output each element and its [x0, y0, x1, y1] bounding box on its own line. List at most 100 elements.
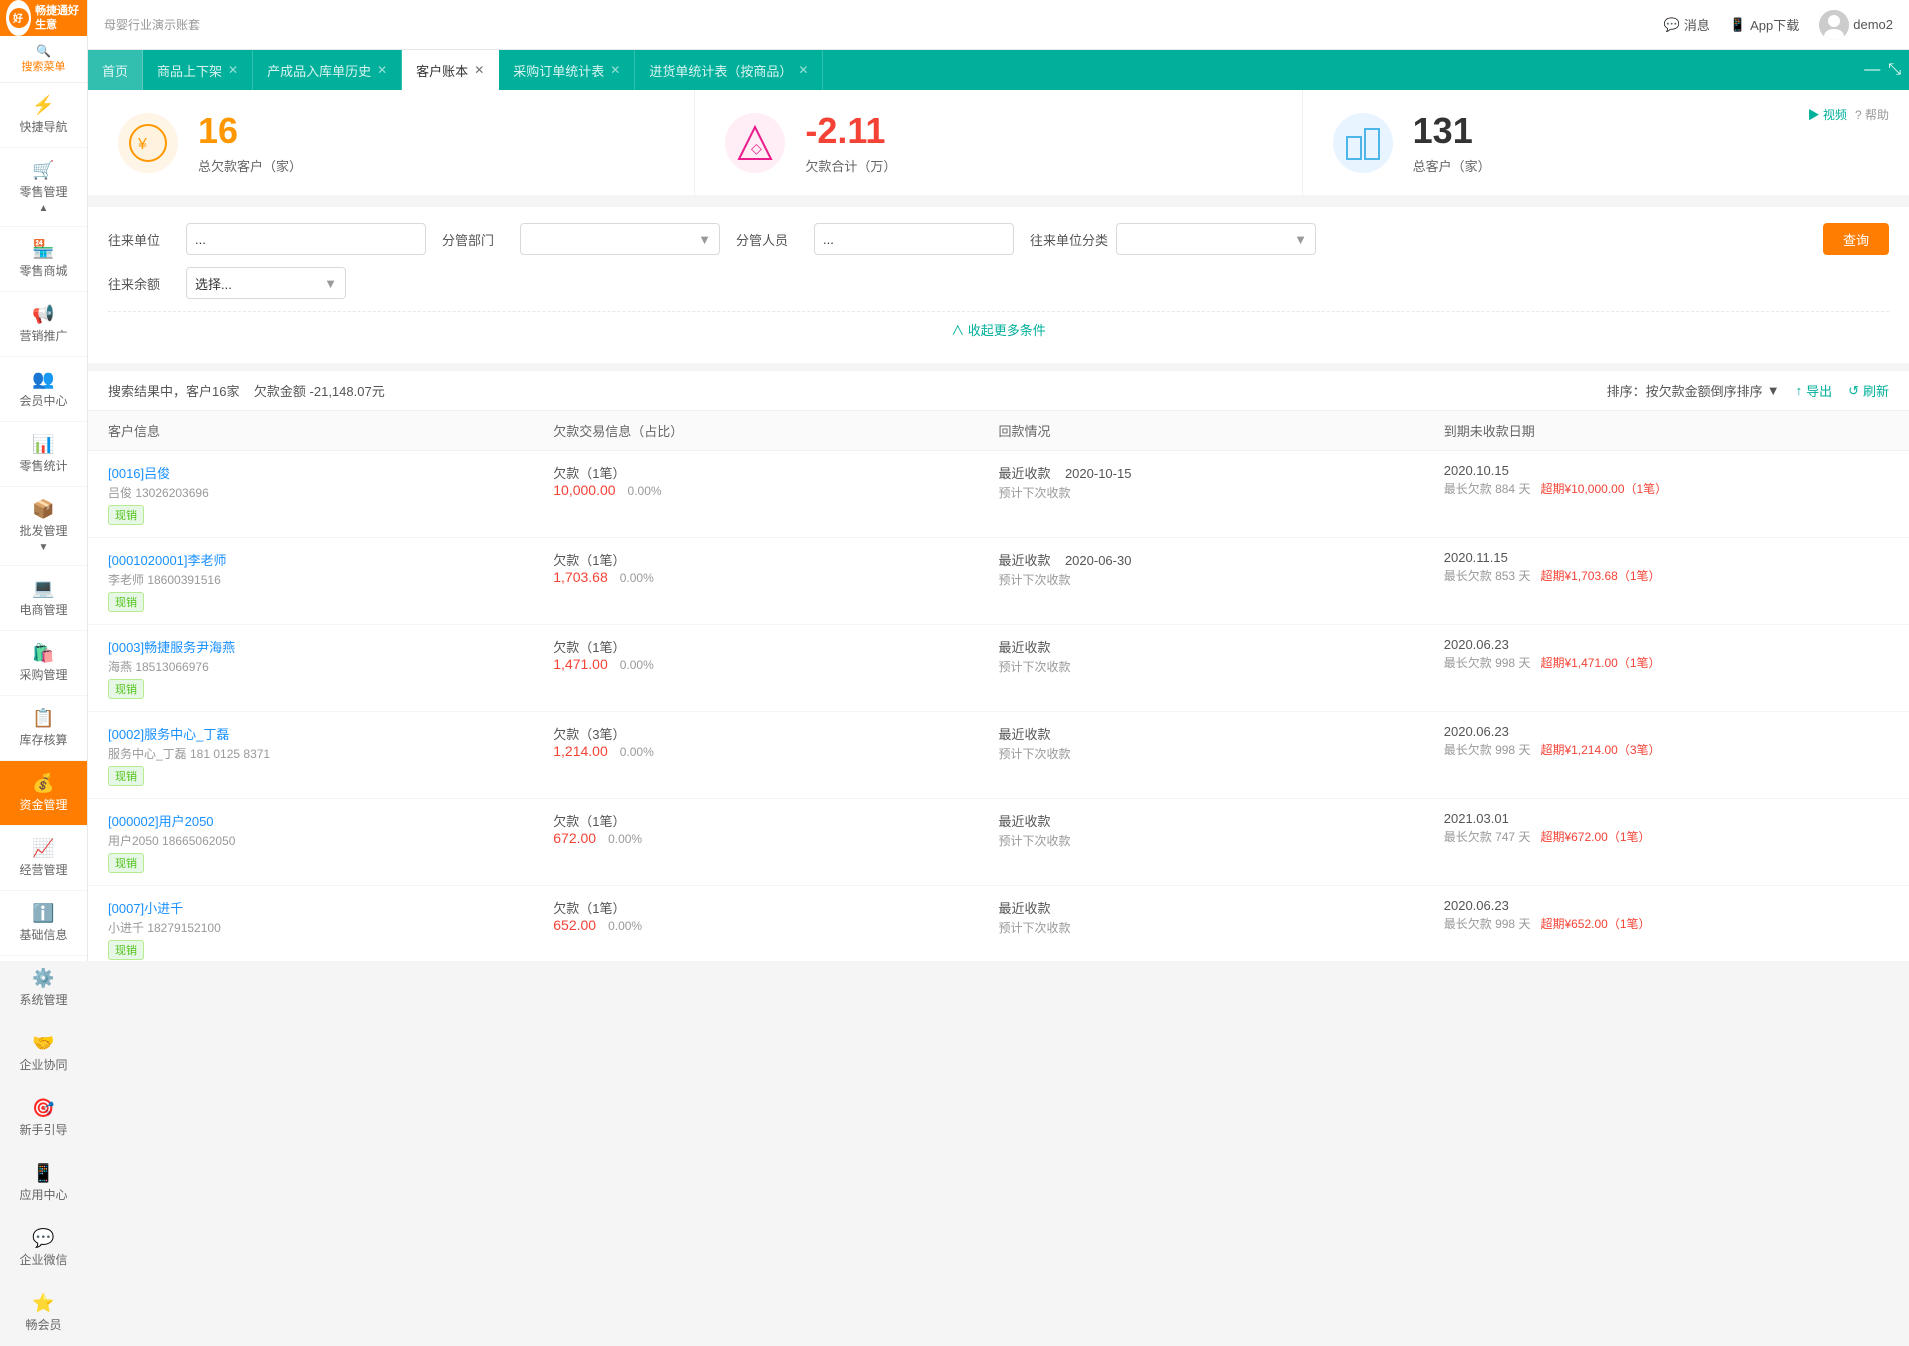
tab-close-icon[interactable]: ✕ — [228, 63, 238, 77]
chevron-down-icon-sort: ▼ — [1767, 383, 1780, 398]
table-row: [000002]用户2050 用户2050 18665062050 现销 欠款（… — [88, 799, 1909, 886]
customer-name-link[interactable]: [000002]用户2050 — [108, 811, 553, 830]
stats-bar: ¥ 16 总欠款客户（家） ◇ -2.11 欠款合计（万） — [88, 90, 1909, 195]
debt-info-cell: 欠款（1笔） 1,703.68 0.00% — [553, 550, 998, 585]
sidebar-item-quick-nav[interactable]: ⚡ 快捷导航 — [0, 83, 87, 148]
debt-count: 欠款（1笔） — [553, 811, 998, 830]
refresh-button[interactable]: ↺ 刷新 — [1848, 381, 1889, 400]
collapse-more-button[interactable]: ∧ 收起更多条件 — [108, 311, 1889, 347]
sidebar-item-app-center[interactable]: 📱 应用中心 — [0, 1151, 87, 1216]
col-recovery: 回款情况 — [999, 421, 1444, 440]
tabs-maximize-icon[interactable]: ⤡ — [1888, 61, 1901, 79]
sidebar-item-enterprise-wechat[interactable]: 💬 企业微信 — [0, 1216, 87, 1281]
sidebar-item-retail-stats[interactable]: 📊 零售统计 — [0, 422, 87, 487]
sidebar-item-retail-mgmt[interactable]: 🛒 零售管理 ▲ — [0, 148, 87, 227]
branch-dept-select[interactable]: ▼ — [520, 223, 720, 255]
overdue-amount-link[interactable]: 超期¥652.00（1笔） — [1540, 917, 1650, 931]
sidebar-item-purchase-mgmt[interactable]: 🛍️ 采购管理 — [0, 631, 87, 696]
recovery-cell: 最近收款 2020-10-15 预计下次收款 — [999, 463, 1444, 501]
tabs-right-controls: — ⤡ — [1864, 61, 1909, 79]
due-date: 2020.10.15 — [1444, 463, 1889, 478]
customer-contact: 吕俊 13026203696 — [108, 484, 553, 501]
sidebar-item-retail-mall[interactable]: 🏪 零售商城 — [0, 227, 87, 292]
query-button[interactable]: 查询 — [1823, 223, 1889, 255]
tab-product-shelf[interactable]: 商品上下架 ✕ — [143, 50, 253, 90]
recovery-cell: 最近收款 预计下次收款 — [999, 724, 1444, 762]
overdue-amount-icon: ◇ — [725, 113, 785, 173]
debt-count: 欠款（1笔） — [553, 463, 998, 482]
filter-branch-person: 分管人员 ... — [736, 223, 1014, 255]
chevron-down-icon-dept: ▼ — [698, 232, 711, 247]
sidebar-item-ecommerce[interactable]: 💻 电商管理 — [0, 566, 87, 631]
chevron-down-icon-category: ▼ — [1294, 232, 1307, 247]
stat-overdue-amount-info: -2.11 欠款合计（万） — [805, 110, 1271, 175]
customer-name-link[interactable]: [0003]畅捷服务尹海燕 — [108, 637, 553, 656]
debt-count: 欠款（3笔） — [553, 724, 998, 743]
due-date-cell: 2020.06.23 最长欠款 998 天 超期¥652.00（1笔） — [1444, 898, 1889, 932]
user-menu[interactable]: demo2 — [1819, 10, 1893, 40]
branch-person-input[interactable]: ... — [814, 223, 1014, 255]
tab-customer-account[interactable]: 客户账本 ✕ — [402, 50, 499, 90]
due-date: 2020.11.15 — [1444, 550, 1889, 565]
from-unit-input[interactable]: ... — [186, 223, 426, 255]
sidebar-item-inventory[interactable]: 📋 库存核算 — [0, 696, 87, 761]
next-payment: 预计下次收款 — [999, 484, 1444, 501]
tab-close-icon-2[interactable]: ✕ — [377, 63, 387, 77]
overdue-amount-link[interactable]: 超期¥1,214.00（3笔） — [1540, 743, 1660, 757]
overdue-amount-link[interactable]: 超期¥672.00（1笔） — [1540, 830, 1650, 844]
sidebar-item-batch-mgmt[interactable]: 📦 批发管理 ▼ — [0, 487, 87, 566]
export-button[interactable]: ↑ 导出 — [1796, 381, 1833, 400]
customer-name-link[interactable]: [0002]服务中心_丁磊 — [108, 724, 553, 743]
due-date-cell: 2021.03.01 最长欠款 747 天 超期¥672.00（1笔） — [1444, 811, 1889, 845]
sidebar-search-item[interactable]: 🔍 搜索菜单 — [0, 36, 87, 83]
sidebar-item-system[interactable]: ⚙️ 系统管理 — [0, 956, 87, 1021]
customer-name-link[interactable]: [0016]吕俊 — [108, 463, 553, 482]
customer-info-cell: [0003]畅捷服务尹海燕 海燕 18513066976 现销 — [108, 637, 553, 699]
message-button[interactable]: 💬 消息 — [1664, 15, 1710, 34]
customer-name-link[interactable]: [0007]小进千 — [108, 898, 553, 917]
tab-inbound-summary[interactable]: 进货单统计表（按商品） ✕ — [635, 50, 823, 90]
operations-icon: 📈 — [0, 838, 87, 859]
unit-category-select[interactable]: ▼ — [1116, 223, 1316, 255]
app-download-button[interactable]: 📱 App下载 — [1730, 15, 1799, 34]
overdue-days: 最长欠款 998 天 超期¥652.00（1笔） — [1444, 915, 1889, 932]
overdue-amount-link[interactable]: 超期¥1,471.00（1笔） — [1540, 656, 1660, 670]
sort-select[interactable]: 排序：按欠款金额倒序排序 ▼ — [1607, 381, 1780, 400]
due-date: 2020.06.23 — [1444, 724, 1889, 739]
sidebar-item-enterprise-coop[interactable]: 🤝 企业协同 — [0, 1021, 87, 1086]
overdue-amount-link[interactable]: 超期¥1,703.68（1笔） — [1540, 569, 1660, 583]
sort-label: 排序：按欠款金额倒序排序 — [1607, 381, 1763, 400]
tab-purchase-summary[interactable]: 采购订单统计表 ✕ — [499, 50, 635, 90]
sidebar-item-finance[interactable]: 💰 资金管理 — [0, 761, 87, 826]
from-unit-label: 往来单位 — [108, 230, 178, 249]
tabs-minimize-icon[interactable]: — — [1864, 61, 1880, 79]
sidebar-item-basic-info[interactable]: ℹ️ 基础信息 — [0, 891, 87, 956]
tab-close-icon-3[interactable]: ✕ — [474, 63, 484, 77]
tab-home[interactable]: 首页 — [88, 50, 143, 90]
sidebar-item-vip-member[interactable]: ⭐ 畅会员 — [0, 1281, 87, 1346]
svg-text:¥: ¥ — [137, 136, 147, 153]
debt-ratio: 0.00% — [620, 571, 654, 585]
overdue-amount-link[interactable]: 超期¥10,000.00（1笔） — [1540, 482, 1667, 496]
customer-contact: 小进千 18279152100 — [108, 919, 553, 936]
last-payment: 最近收款 — [999, 811, 1444, 830]
chevron-down-icon-balance: ▼ — [324, 276, 337, 291]
sidebar-item-marketing[interactable]: 📢 营销推广 — [0, 292, 87, 357]
tab-production-history[interactable]: 产成品入库单历史 ✕ — [253, 50, 402, 90]
tab-close-icon-4[interactable]: ✕ — [610, 63, 620, 77]
video-help-button[interactable]: ▶ 视频 — [1808, 106, 1847, 123]
help-button[interactable]: ? 帮助 — [1855, 106, 1889, 123]
sidebar-item-operations[interactable]: 📈 经营管理 — [0, 826, 87, 891]
enterprise-coop-icon: 🤝 — [0, 1033, 87, 1054]
tab-close-icon-5[interactable]: ✕ — [798, 63, 808, 77]
debt-count: 欠款（1笔） — [553, 898, 998, 917]
overdue-days: 最长欠款 747 天 超期¥672.00（1笔） — [1444, 828, 1889, 845]
customer-name-link[interactable]: [0001020001]李老师 — [108, 550, 553, 569]
sidebar-item-member-center[interactable]: 👥 会员中心 — [0, 357, 87, 422]
overdue-days: 最长欠款 998 天 超期¥1,214.00（3笔） — [1444, 741, 1889, 758]
balance-select[interactable]: 选择... ▼ — [186, 267, 346, 299]
overdue-customers-label: 总欠款客户（家） — [198, 156, 664, 175]
sidebar-item-newcomer[interactable]: 🎯 新手引导 — [0, 1086, 87, 1151]
basic-info-icon: ℹ️ — [0, 903, 87, 924]
topbar-right: 💬 消息 📱 App下载 demo2 — [1664, 10, 1893, 40]
